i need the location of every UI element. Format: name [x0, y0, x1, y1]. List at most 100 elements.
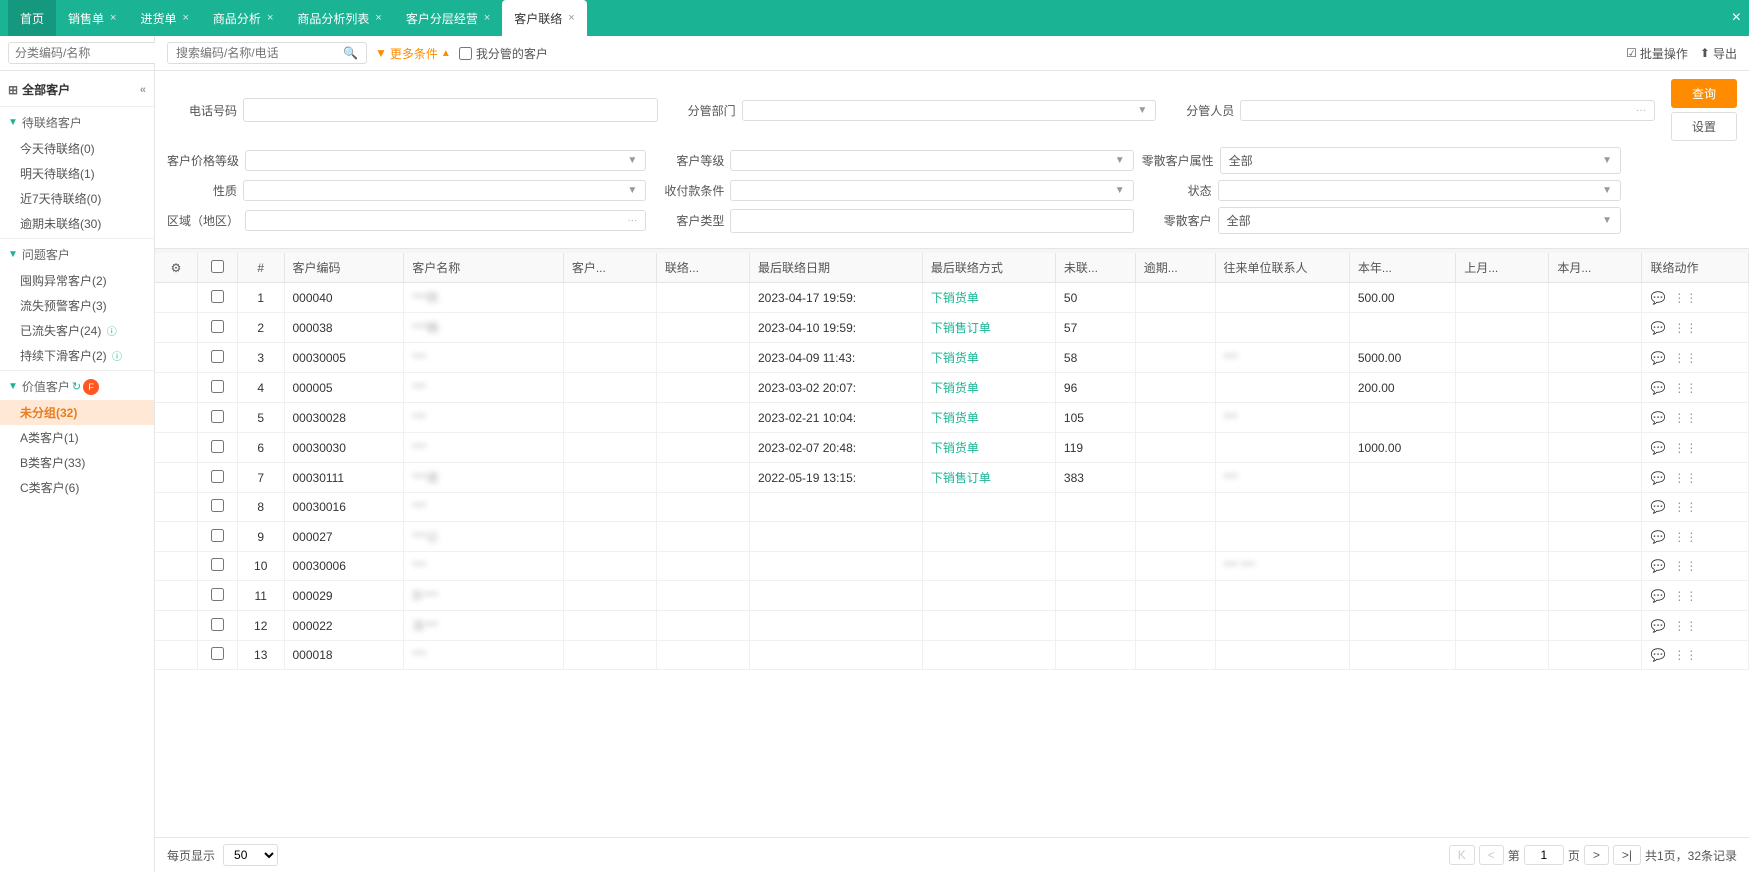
more-action-icon[interactable]: ⋮⋮: [1673, 441, 1697, 455]
sidebar-item-overdue-contact[interactable]: 逾期未联络(30): [0, 211, 154, 236]
more-action-icon[interactable]: ⋮⋮: [1673, 559, 1697, 573]
page-number-input[interactable]: [1524, 845, 1564, 865]
close-purchase-icon[interactable]: ×: [182, 12, 188, 24]
row-checkbox[interactable]: [211, 558, 224, 571]
last-contact-way[interactable]: [922, 552, 1055, 581]
message-action-icon[interactable]: 💬: [1650, 411, 1665, 425]
row-checkbox[interactable]: [211, 290, 224, 303]
scatter-select[interactable]: 全部 ▼: [1218, 207, 1621, 234]
more-action-icon[interactable]: ⋮⋮: [1673, 411, 1697, 425]
page-size-select[interactable]: 50 20 100: [223, 844, 278, 866]
export-btn[interactable]: ⬆ 导出: [1700, 45, 1737, 62]
last-contact-way[interactable]: 下销货单: [922, 433, 1055, 463]
row-checkbox[interactable]: [211, 410, 224, 423]
row-checkbox[interactable]: [211, 470, 224, 483]
last-date-column-header[interactable]: 最后联络日期: [750, 253, 923, 283]
batch-op-btn[interactable]: ☑ 批量操作: [1626, 45, 1688, 62]
sidebar-item-7days-pending[interactable]: 近7天待联络(0): [0, 186, 154, 211]
row-checkbox[interactable]: [211, 320, 224, 333]
row-checkbox[interactable]: [211, 647, 224, 660]
sidebar-item-class-c[interactable]: C类客户(6): [0, 475, 154, 500]
tab-sales[interactable]: 销售单 ×: [56, 0, 128, 36]
payment-select[interactable]: ▼: [730, 180, 1133, 201]
more-action-icon[interactable]: ⋮⋮: [1673, 291, 1697, 305]
collapse-sidebar-icon[interactable]: «: [140, 84, 146, 96]
last-way-column-header[interactable]: 最后联络方式: [922, 253, 1055, 283]
unit-contact-column-header[interactable]: 往来单位联系人: [1215, 253, 1349, 283]
price-grade-select[interactable]: ▼: [245, 150, 646, 171]
last-contact-way[interactable]: 下销货单: [922, 283, 1055, 313]
sidebar-item-class-b[interactable]: B类客户(33): [0, 450, 154, 475]
tab-home[interactable]: 首页: [8, 0, 56, 36]
region-select[interactable]: ···: [245, 210, 646, 231]
more-action-icon[interactable]: ⋮⋮: [1673, 589, 1697, 603]
row-checkbox[interactable]: [211, 499, 224, 512]
message-action-icon[interactable]: 💬: [1650, 619, 1665, 633]
checkbox-column-header[interactable]: [198, 253, 238, 283]
reset-button[interactable]: 设置: [1671, 112, 1737, 141]
last-way-link[interactable]: 下销货单: [931, 351, 979, 365]
close-customer-contact-icon[interactable]: ×: [568, 12, 574, 24]
message-action-icon[interactable]: 💬: [1650, 381, 1665, 395]
message-action-icon[interactable]: 💬: [1650, 530, 1665, 544]
person-select[interactable]: ···: [1240, 100, 1655, 121]
message-action-icon[interactable]: 💬: [1650, 441, 1665, 455]
overdue-column-header[interactable]: 逾期...: [1135, 253, 1215, 283]
tab-product-analysis[interactable]: 商品分析 ×: [201, 0, 285, 36]
close-customer-segment-icon[interactable]: ×: [484, 12, 490, 24]
tree-root-all-customers[interactable]: ⊞ 全部客户 «: [0, 75, 154, 104]
settings-column-header[interactable]: ⚙: [155, 253, 198, 283]
last-contact-way[interactable]: [922, 581, 1055, 611]
sidebar-section-pending[interactable]: ▼ 待联络客户: [0, 109, 154, 136]
more-action-icon[interactable]: ⋮⋮: [1673, 530, 1697, 544]
scatter-attr-select[interactable]: 全部 ▼: [1220, 147, 1621, 174]
more-action-icon[interactable]: ⋮⋮: [1673, 648, 1697, 662]
last-contact-way[interactable]: [922, 641, 1055, 670]
more-action-icon[interactable]: ⋮⋮: [1673, 381, 1697, 395]
message-action-icon[interactable]: 💬: [1650, 500, 1665, 514]
message-action-icon[interactable]: 💬: [1650, 471, 1665, 485]
next-page-btn[interactable]: >: [1584, 845, 1609, 865]
sidebar-search-input[interactable]: [8, 42, 177, 64]
tab-customer-segment[interactable]: 客户分层经营 ×: [394, 0, 502, 36]
row-checkbox[interactable]: [211, 529, 224, 542]
last-way-link[interactable]: 下销货单: [931, 441, 979, 455]
last-way-link[interactable]: 下销货单: [931, 381, 979, 395]
more-conditions-btn[interactable]: ▼ 更多条件 ▲: [375, 45, 451, 62]
query-button[interactable]: 查询: [1671, 79, 1737, 108]
this-year-column-header[interactable]: 本年...: [1349, 253, 1455, 283]
last-contact-way[interactable]: 下销货单: [922, 343, 1055, 373]
message-action-icon[interactable]: 💬: [1650, 321, 1665, 335]
this-month-column-header[interactable]: 本月...: [1549, 253, 1642, 283]
last-way-link[interactable]: 下销货单: [931, 411, 979, 425]
sidebar-section-value[interactable]: ▼ 价值客户 ↻ F: [0, 373, 154, 400]
last-page-btn[interactable]: >|: [1613, 845, 1641, 865]
last-contact-way[interactable]: [922, 522, 1055, 552]
sidebar-item-churned[interactable]: 已流失客户(24) ⓘ: [0, 318, 154, 343]
row-checkbox[interactable]: [211, 380, 224, 393]
row-checkbox[interactable]: [211, 350, 224, 363]
close-window-icon[interactable]: ×: [1732, 9, 1741, 27]
main-search-box[interactable]: 🔍: [167, 42, 367, 64]
close-product-analysis-icon[interactable]: ×: [267, 12, 273, 24]
name-column-header[interactable]: 客户名称: [404, 253, 564, 283]
row-checkbox[interactable]: [211, 588, 224, 601]
tab-purchase[interactable]: 进货单 ×: [128, 0, 200, 36]
cust-type-input[interactable]: [730, 209, 1133, 233]
last-contact-way[interactable]: [922, 493, 1055, 522]
last-way-link[interactable]: 下销售订单: [931, 471, 991, 485]
tab-product-analysis-list[interactable]: 商品分析列表 ×: [285, 0, 393, 36]
dept-select[interactable]: ▼: [742, 100, 1157, 121]
message-action-icon[interactable]: 💬: [1650, 559, 1665, 573]
tab-customer-contact[interactable]: 客户联络 ×: [502, 0, 586, 36]
sidebar-item-declining[interactable]: 持续下滑客户(2) ⓘ: [0, 343, 154, 368]
sidebar-item-ungroup[interactable]: 未分组(32): [0, 400, 154, 425]
last-contact-way[interactable]: [922, 611, 1055, 641]
my-customers-checkbox-area[interactable]: 我分管的客户: [459, 45, 548, 62]
refresh-icon[interactable]: ↻: [72, 380, 81, 393]
cust-grade-select[interactable]: ▼: [730, 150, 1133, 171]
sidebar-item-tomorrow-pending[interactable]: 明天待联络(1): [0, 161, 154, 186]
contact-column-header[interactable]: 联络...: [656, 253, 749, 283]
last-contact-way[interactable]: 下销货单: [922, 373, 1055, 403]
more-action-icon[interactable]: ⋮⋮: [1673, 321, 1697, 335]
